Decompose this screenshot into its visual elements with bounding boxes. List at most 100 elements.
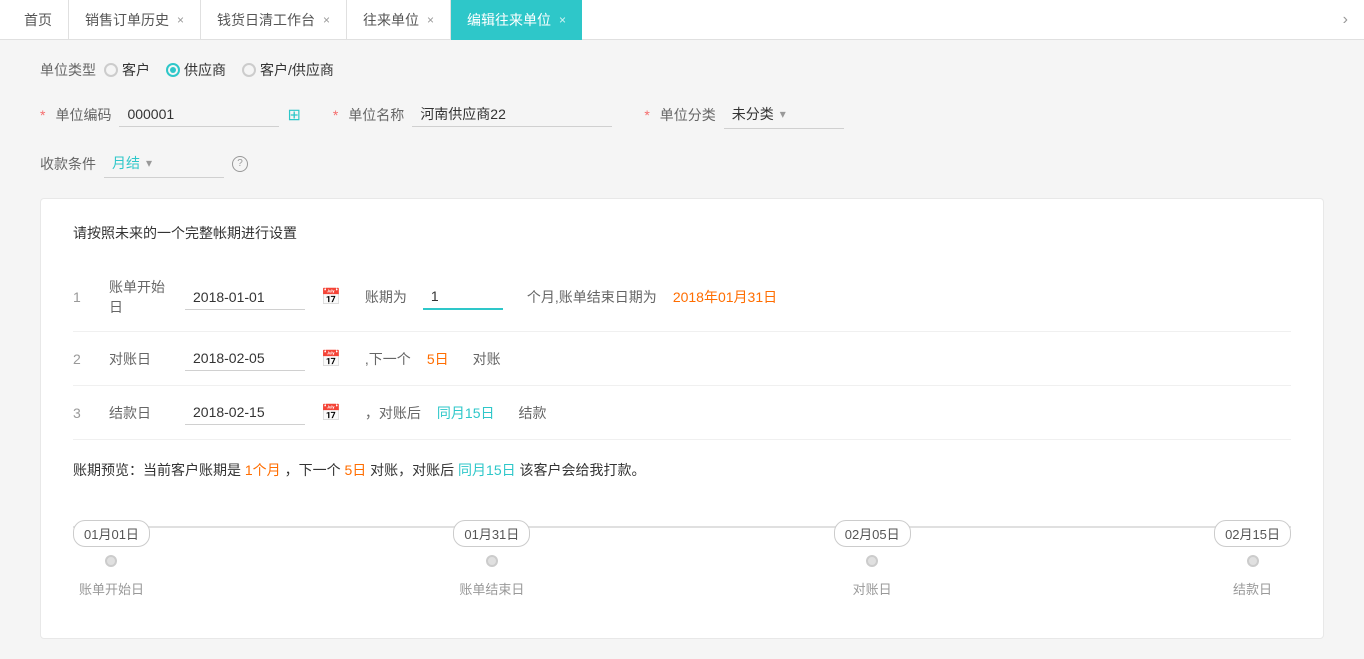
unit-category-star: * xyxy=(644,107,649,123)
unit-name-input[interactable] xyxy=(412,102,612,127)
radio-supplier-circle xyxy=(166,63,180,77)
radio-both-circle xyxy=(242,63,256,77)
timeline-dot-3 xyxy=(1247,555,1259,567)
tab-cashflow[interactable]: 钱货日清工作台 × xyxy=(201,0,347,40)
timeline-node-3: 02月15日 结款日 xyxy=(1214,520,1291,598)
radio-both[interactable]: 客户/供应商 xyxy=(242,60,334,80)
preview-part2: 5日 xyxy=(344,462,366,478)
unit-name-field: * 单位名称 xyxy=(333,102,612,127)
unit-type-radio-group: 客户 供应商 客户/供应商 xyxy=(104,60,334,80)
unit-code-icon[interactable]: ⊞ xyxy=(287,105,300,125)
timeline-label-1: 账单结束日 xyxy=(459,579,524,598)
unit-code-field: * 单位编码 ⊞ xyxy=(40,102,301,127)
row-date-3[interactable] xyxy=(185,400,305,425)
row-num-2: 2 xyxy=(73,351,93,367)
payment-terms-value: 月结 xyxy=(112,153,140,173)
timeline-badge-2: 02月05日 xyxy=(834,520,911,547)
unit-type-field: 单位类型 客户 供应商 客户/供应商 xyxy=(40,60,334,80)
tab-home[interactable]: 首页 xyxy=(8,0,69,40)
setting-row-3: 3 结款日 📅 ，对账后 同月15日 结款 xyxy=(73,386,1291,440)
preview-part1: 1个月 xyxy=(245,462,281,478)
tab-cashflow-label: 钱货日清工作台 xyxy=(217,10,315,30)
row-desc-3a: ，对账后 xyxy=(365,403,421,423)
unit-category-arrow: ▾ xyxy=(780,107,786,121)
timeline-nodes: 01月01日 账单开始日 01月31日 账单结束日 02月05日 对账日 02月… xyxy=(73,520,1291,598)
payment-terms-label: 收款条件 xyxy=(40,154,96,174)
radio-customer-label: 客户 xyxy=(122,60,150,80)
timeline-dot-1 xyxy=(486,555,498,567)
preview-sep2: 对账，对账后 xyxy=(370,462,454,478)
tab-edit-partner[interactable]: 编辑往来单位 × xyxy=(451,0,582,40)
row-num-1: 1 xyxy=(73,289,93,305)
row-desc-2b: 对账 xyxy=(473,349,501,369)
row-desc-1b: 个月,账单结束日期为 xyxy=(527,287,657,307)
unit-code-star: * xyxy=(40,107,45,123)
payment-terms-arrow: ▾ xyxy=(146,156,152,170)
row-type-2: 对账日 xyxy=(109,349,169,369)
row-date-1[interactable] xyxy=(185,285,305,310)
setting-row-2: 2 对账日 📅 ,下一个 5日 对账 xyxy=(73,332,1291,386)
timeline-label-2: 对账日 xyxy=(853,579,892,598)
row-highlight-2: 5日 xyxy=(427,349,449,369)
tab-nav-right[interactable]: › xyxy=(1335,11,1356,29)
tab-sales-history[interactable]: 销售订单历史 × xyxy=(69,0,201,40)
row-cal-2[interactable]: 📅 xyxy=(321,349,341,369)
main-content: 单位类型 客户 供应商 客户/供应商 * 单位编码 xyxy=(0,40,1364,659)
timeline: 01月01日 账单开始日 01月31日 账单结束日 02月05日 对账日 02月… xyxy=(73,504,1291,614)
tab-edit-partner-close[interactable]: × xyxy=(559,14,566,26)
timeline-node-1: 01月31日 账单结束日 xyxy=(453,520,530,598)
timeline-node-0: 01月01日 账单开始日 xyxy=(73,520,150,598)
timeline-badge-0: 01月01日 xyxy=(73,520,150,547)
preview-label: 账期预览：当前客户账期是 xyxy=(73,462,241,478)
tab-partner-label: 往来单位 xyxy=(363,10,419,30)
row-cal-1[interactable]: 📅 xyxy=(321,287,341,307)
unit-code-input[interactable] xyxy=(119,102,279,127)
row-type-1: 账单开始日 xyxy=(109,277,169,317)
timeline-node-2: 02月05日 对账日 xyxy=(834,520,911,598)
row-desc-2a: ,下一个 xyxy=(365,349,411,369)
row-num-3: 3 xyxy=(73,405,93,421)
radio-customer-circle xyxy=(104,63,118,77)
payment-terms-help[interactable]: ? xyxy=(232,156,248,172)
unit-category-field: * 单位分类 未分类 ▾ xyxy=(644,100,843,129)
unit-info-row: * 单位编码 ⊞ * 单位名称 * 单位分类 未分类 ▾ xyxy=(40,100,1324,129)
timeline-dot-0 xyxy=(105,555,117,567)
radio-supplier-label: 供应商 xyxy=(184,60,226,80)
unit-code-label: 单位编码 xyxy=(55,105,111,125)
tab-edit-partner-label: 编辑往来单位 xyxy=(467,10,551,30)
tab-sales-history-close[interactable]: × xyxy=(177,14,184,26)
timeline-dot-2 xyxy=(866,555,878,567)
radio-both-label: 客户/供应商 xyxy=(260,60,334,80)
payment-terms-select[interactable]: 月结 ▾ xyxy=(104,149,224,178)
tabs-bar: 首页 销售订单历史 × 钱货日清工作台 × 往来单位 × 编辑往来单位 × › xyxy=(0,0,1364,40)
payment-terms-field: 收款条件 月结 ▾ ? xyxy=(40,149,248,178)
unit-name-star: * xyxy=(333,107,338,123)
preview-sep1: ，下一个 xyxy=(285,462,341,478)
preview-text: 账期预览：当前客户账期是 1个月 ，下一个 5日 对账，对账后 同月15日 该客… xyxy=(73,460,1291,480)
tab-cashflow-close[interactable]: × xyxy=(323,14,330,26)
unit-type-row: 单位类型 客户 供应商 客户/供应商 xyxy=(40,60,1324,80)
timeline-label-3: 结款日 xyxy=(1233,579,1272,598)
unit-name-label: 单位名称 xyxy=(348,105,404,125)
row-highlight-3: 同月15日 xyxy=(437,403,495,423)
timeline-label-0: 账单开始日 xyxy=(79,579,144,598)
setting-row-1: 1 账单开始日 📅 账期为 个月,账单结束日期为 2018年01月31日 xyxy=(73,263,1291,332)
preview-end: 该客户会给我打款。 xyxy=(520,462,646,478)
tab-partner[interactable]: 往来单位 × xyxy=(347,0,451,40)
unit-category-select[interactable]: 未分类 ▾ xyxy=(724,100,844,129)
row-type-3: 结款日 xyxy=(109,403,169,423)
payment-terms-row: 收款条件 月结 ▾ ? xyxy=(40,149,1324,178)
unit-type-label: 单位类型 xyxy=(40,60,96,80)
settings-card: 请按照未来的一个完整帐期进行设置 1 账单开始日 📅 账期为 个月,账单结束日期… xyxy=(40,198,1324,639)
unit-category-value: 未分类 xyxy=(732,104,774,124)
radio-supplier[interactable]: 供应商 xyxy=(166,60,226,80)
radio-customer[interactable]: 客户 xyxy=(104,60,150,80)
tab-home-label: 首页 xyxy=(24,10,52,30)
row-desc-1a: 账期为 xyxy=(365,287,407,307)
tab-partner-close[interactable]: × xyxy=(427,14,434,26)
row-highlight-1: 2018年01月31日 xyxy=(673,287,777,307)
row-cal-3[interactable]: 📅 xyxy=(321,403,341,423)
unit-category-label: 单位分类 xyxy=(660,105,716,125)
period-input[interactable] xyxy=(423,284,503,310)
row-date-2[interactable] xyxy=(185,346,305,371)
